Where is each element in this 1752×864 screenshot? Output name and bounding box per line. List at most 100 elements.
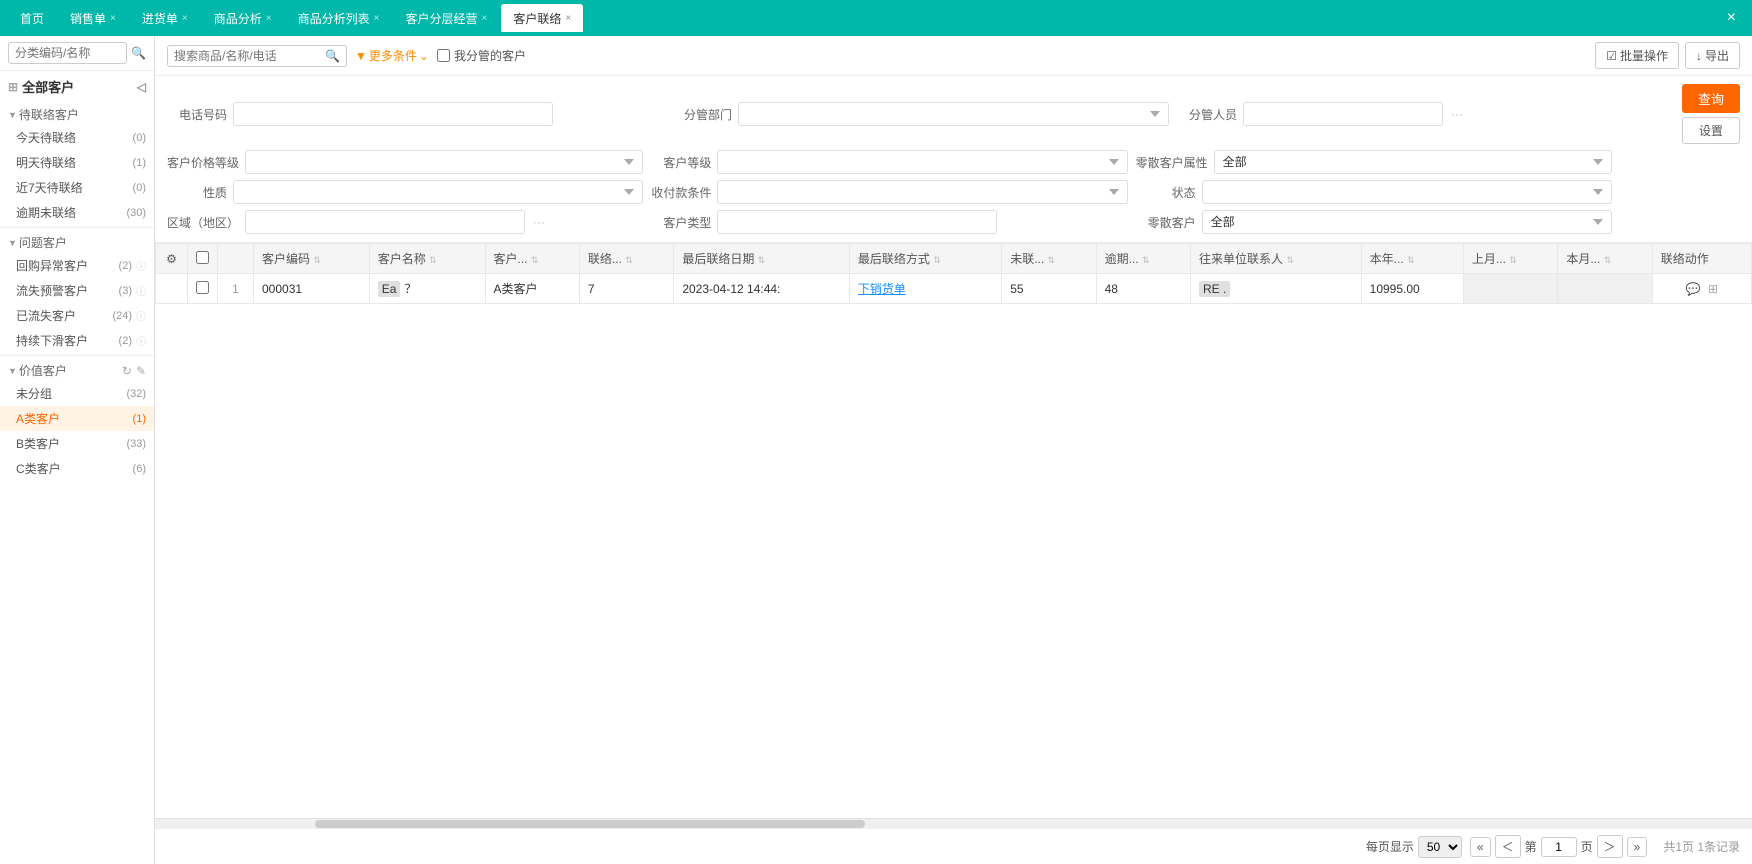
batch-btn[interactable]: ☑ 批量操作 bbox=[1595, 42, 1679, 69]
collapse-sidebar-btn[interactable]: ◁ bbox=[137, 80, 146, 94]
row-name: Ea？ bbox=[369, 274, 485, 304]
col-last-method[interactable]: 最后联络方式 ⇅ bbox=[849, 244, 1001, 274]
select-all-checkbox[interactable] bbox=[196, 251, 209, 264]
chat-action-icon[interactable]: 💬 bbox=[1686, 282, 1701, 296]
sidebar-item-today[interactable]: 今天待联络 (0) bbox=[0, 125, 154, 150]
sidebar-item-declining[interactable]: 持续下滑客户 (2) ⓘ bbox=[0, 328, 154, 353]
horizontal-scrollbar[interactable] bbox=[155, 818, 1752, 828]
tab-sales[interactable]: 销售单 × bbox=[58, 4, 128, 32]
status-select[interactable] bbox=[1202, 180, 1612, 204]
section-value-customers[interactable]: ▼ 价值客户 ↻ ✎ bbox=[0, 358, 154, 381]
next-page-btn[interactable]: ＞ bbox=[1597, 835, 1623, 858]
settings-btn[interactable]: 设置 bbox=[1682, 117, 1740, 144]
retail-attr-select[interactable]: 全部 bbox=[1214, 150, 1612, 174]
price-level-select[interactable] bbox=[245, 150, 643, 174]
sidebar-item-repurchase[interactable]: 回购异常客户 (2) ⓘ bbox=[0, 253, 154, 278]
col-this-year[interactable]: 本年... ⇅ bbox=[1361, 244, 1463, 274]
sidebar-item-class-c[interactable]: C类客户 (6) bbox=[0, 456, 154, 481]
manager-label: 分管人员 bbox=[1177, 106, 1237, 123]
sidebar-item-7days[interactable]: 近7天待联络 (0) bbox=[0, 175, 154, 200]
export-icon: ↓ bbox=[1696, 49, 1702, 63]
grid-icon: ⊞ bbox=[8, 80, 18, 94]
region-input[interactable] bbox=[245, 210, 525, 234]
customer-level-select[interactable] bbox=[717, 150, 1127, 174]
arrow-icon-2: ▼ bbox=[8, 238, 17, 248]
close-goods-list-tab[interactable]: × bbox=[374, 13, 380, 24]
last-page-btn[interactable]: » bbox=[1627, 837, 1648, 857]
payment-select[interactable] bbox=[717, 180, 1127, 204]
grid-action-icon[interactable]: ⊞ bbox=[1708, 282, 1718, 296]
info-icon: ⓘ bbox=[136, 258, 146, 273]
sidebar-item-ungrouped[interactable]: 未分组 (32) bbox=[0, 381, 154, 406]
col-gear[interactable]: ⚙ bbox=[156, 244, 188, 274]
close-customer-contact-tab[interactable]: × bbox=[565, 13, 571, 24]
sidebar-item-class-a[interactable]: A类客户 (1) bbox=[0, 406, 154, 431]
data-table-container: ⚙ 客户编码 ⇅ 客户名称 ⇅ bbox=[155, 243, 1752, 818]
retail-customer-select[interactable]: 全部 bbox=[1202, 210, 1612, 234]
my-customers-check[interactable] bbox=[437, 49, 450, 62]
page-number-input[interactable] bbox=[1541, 837, 1577, 857]
phone-input[interactable] bbox=[233, 102, 553, 126]
col-contact[interactable]: 联络... ⇅ bbox=[579, 244, 673, 274]
col-no-contact[interactable]: 未联... ⇅ bbox=[1002, 244, 1096, 274]
all-customers-header[interactable]: ⊞ 全部客户 ◁ bbox=[0, 71, 154, 102]
main-layout: 🔍 ⊞ 全部客户 ◁ ▼ 待联络客户 今天待联络 (0) 明天待联络 (1) 近… bbox=[0, 36, 1752, 864]
row-checkbox[interactable] bbox=[196, 281, 209, 294]
close-goods-analysis-tab[interactable]: × bbox=[266, 13, 272, 24]
close-all-tabs[interactable]: × bbox=[1719, 9, 1744, 27]
edit-icon[interactable]: ✎ bbox=[136, 364, 146, 378]
field-retail-customer: 零散客户 全部 bbox=[1136, 210, 1612, 234]
page-size-select[interactable]: 50 bbox=[1418, 836, 1462, 858]
section-pending-contact[interactable]: ▼ 待联络客户 bbox=[0, 102, 154, 125]
col-overdue[interactable]: 逾期... ⇅ bbox=[1096, 244, 1190, 274]
main-search-icon[interactable]: 🔍 bbox=[325, 49, 340, 63]
prev-page-btn[interactable]: ＜ bbox=[1495, 835, 1521, 858]
department-select[interactable] bbox=[738, 102, 1169, 126]
region-more-icon[interactable]: ··· bbox=[533, 215, 545, 229]
tab-customer-contact[interactable]: 客户联络 × bbox=[501, 4, 583, 32]
sidebar-item-churn-warning[interactable]: 流失预警客户 (3) ⓘ bbox=[0, 278, 154, 303]
row-last-method[interactable]: 下销货单 bbox=[849, 274, 1001, 304]
tab-home[interactable]: 首页 bbox=[8, 4, 56, 32]
query-btn[interactable]: 查询 bbox=[1682, 84, 1740, 113]
section-problem-customers[interactable]: ▼ 问题客户 bbox=[0, 230, 154, 253]
data-table: ⚙ 客户编码 ⇅ 客户名称 ⇅ bbox=[155, 243, 1752, 304]
col-type[interactable]: 客户... ⇅ bbox=[485, 244, 579, 274]
tab-goods-analysis[interactable]: 商品分析 × bbox=[202, 4, 284, 32]
chevron-down-icon: ⌄ bbox=[419, 49, 429, 63]
col-last-month[interactable]: 上月... ⇅ bbox=[1463, 244, 1557, 274]
sidebar-item-class-b[interactable]: B类客户 (33) bbox=[0, 431, 154, 456]
main-search-input[interactable] bbox=[174, 49, 321, 63]
sidebar-search-input[interactable] bbox=[8, 42, 127, 64]
col-code[interactable]: 客户编码 ⇅ bbox=[254, 244, 370, 274]
col-this-month[interactable]: 本月... ⇅ bbox=[1558, 244, 1652, 274]
sidebar-item-overdue[interactable]: 逾期未联络 (30) bbox=[0, 200, 154, 225]
tab-goods-list[interactable]: 商品分析列表 × bbox=[286, 4, 392, 32]
scroll-thumb[interactable] bbox=[315, 820, 865, 828]
close-customer-seg-tab[interactable]: × bbox=[481, 13, 487, 24]
sidebar-item-churned[interactable]: 已流失客户 (24) ⓘ bbox=[0, 303, 154, 328]
sidebar-item-tomorrow[interactable]: 明天待联络 (1) bbox=[0, 150, 154, 175]
close-purchase-tab[interactable]: × bbox=[182, 13, 188, 24]
region-label: 区域（地区） bbox=[167, 214, 239, 231]
close-sales-tab[interactable]: × bbox=[110, 13, 116, 24]
info-icon-4: ⓘ bbox=[136, 333, 146, 348]
tab-purchase[interactable]: 进货单 × bbox=[130, 4, 200, 32]
manager-more-icon[interactable]: ··· bbox=[1451, 107, 1463, 121]
col-last-date[interactable]: 最后联络日期 ⇅ bbox=[674, 244, 850, 274]
my-customers-checkbox[interactable]: 我分管的客户 bbox=[437, 47, 526, 64]
customer-type-input[interactable] bbox=[717, 210, 997, 234]
col-name[interactable]: 客户名称 ⇅ bbox=[369, 244, 485, 274]
sidebar-search-icon[interactable]: 🔍 bbox=[131, 46, 146, 60]
col-contact-person[interactable]: 往来单位联系人 ⇅ bbox=[1191, 244, 1362, 274]
first-page-btn[interactable]: « bbox=[1470, 837, 1491, 857]
nature-select[interactable] bbox=[233, 180, 643, 204]
export-btn[interactable]: ↓ 导出 bbox=[1685, 42, 1740, 69]
tab-customer-seg[interactable]: 客户分层经营 × bbox=[393, 4, 499, 32]
sort-contact-person-icon: ⇅ bbox=[1286, 255, 1294, 265]
nature-label: 性质 bbox=[167, 184, 227, 201]
more-conditions-btn[interactable]: ▼ 更多条件 ⌄ bbox=[355, 47, 429, 64]
filter-row-2: 客户价格等级 客户等级 零散客户属性 全部 bbox=[167, 150, 1740, 174]
manager-input[interactable] bbox=[1243, 102, 1443, 126]
refresh-icon[interactable]: ↻ bbox=[122, 364, 132, 378]
